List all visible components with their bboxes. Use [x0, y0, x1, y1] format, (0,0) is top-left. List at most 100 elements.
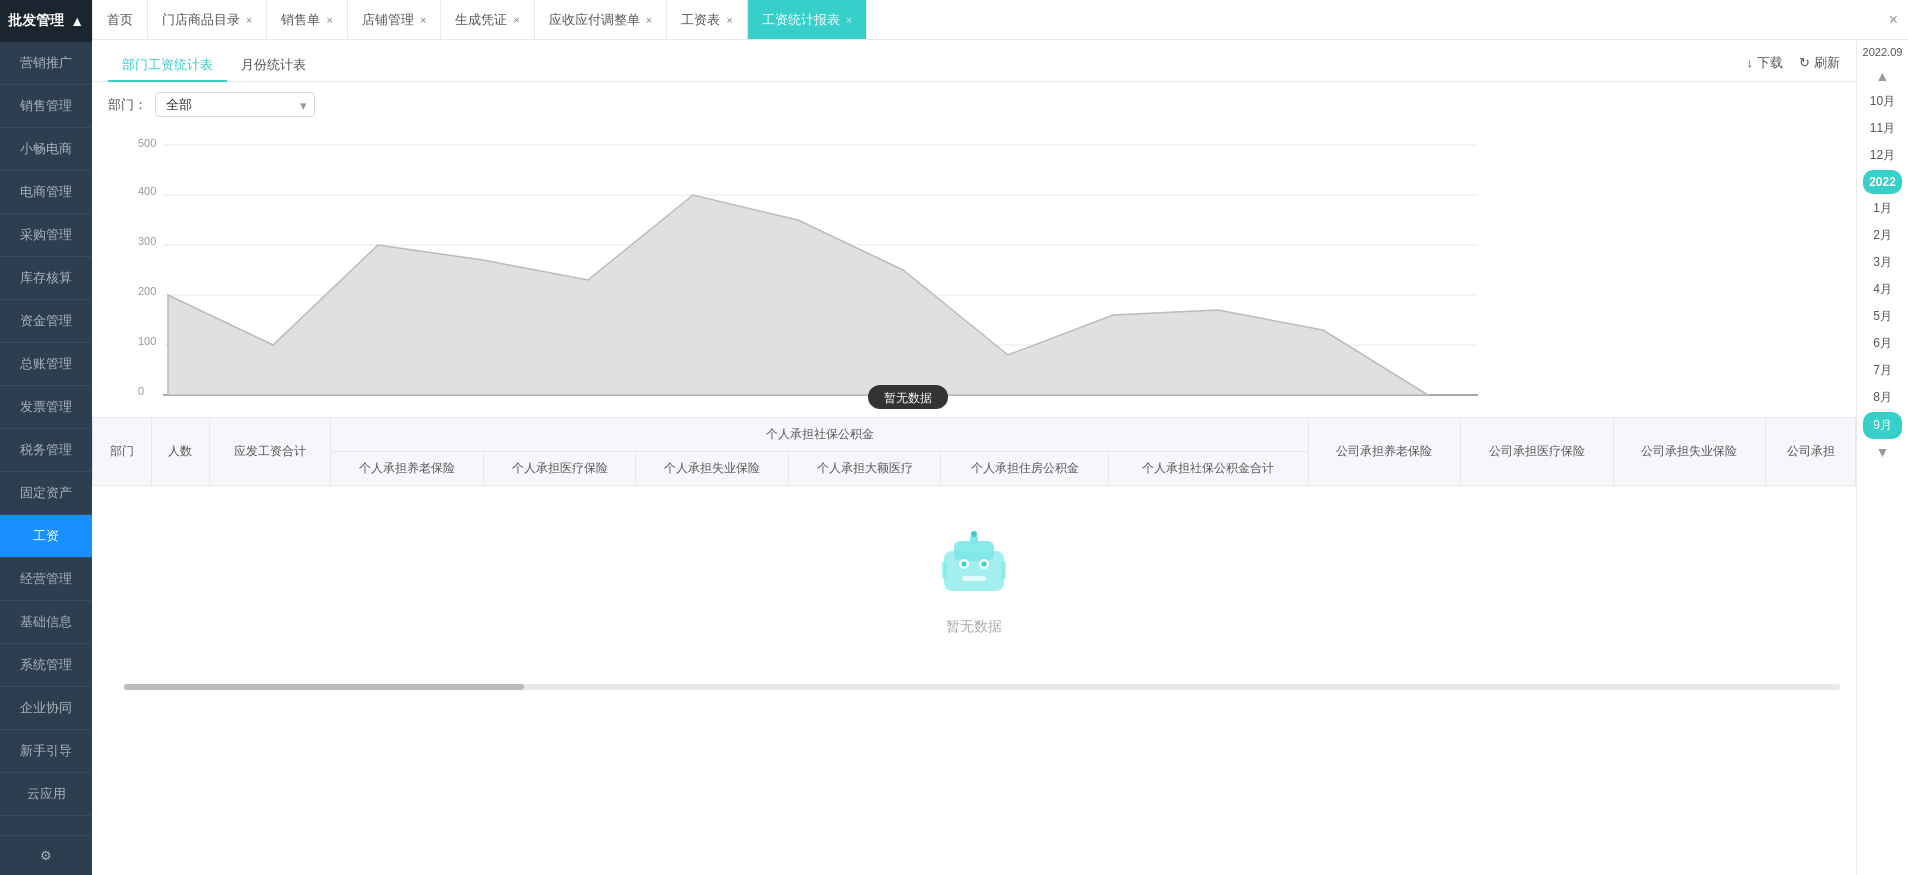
tab-sales-order[interactable]: 销售单 × — [267, 0, 347, 39]
tab-ap-adjust[interactable]: 应收应付调整单 × — [535, 0, 667, 39]
th-personal-housing: 个人承担住房公积金 — [941, 452, 1109, 486]
sidebar-item-jcxx[interactable]: 基础信息 — [0, 601, 92, 644]
y-label-300: 300 — [138, 235, 156, 247]
sidebar-header[interactable]: 批发管理 ▲ — [0, 0, 92, 42]
timeline-month-2[interactable]: 2月 — [1857, 222, 1908, 249]
th-personal-unemploy: 个人承担失业保险 — [636, 452, 788, 486]
timeline-month-7[interactable]: 7月 — [1857, 357, 1908, 384]
gear-icon: ⚙ — [40, 848, 52, 863]
timeline-month-8[interactable]: 8月 — [1857, 384, 1908, 411]
sidebar-item-jygl[interactable]: 经营管理 — [0, 558, 92, 601]
sidebar-item-yyyy[interactable]: 云应用 — [0, 773, 92, 816]
timeline-up-btn[interactable]: ▲ — [1872, 64, 1894, 88]
sidebar-item-xtgl[interactable]: 系统管理 — [0, 644, 92, 687]
th-total-salary: 应发工资合计 — [210, 418, 331, 486]
th-company-medical: 公司承担医疗保险 — [1461, 418, 1613, 486]
th-personal-pension: 个人承担养老保险 — [331, 452, 483, 486]
sidebar-item-fpgl[interactable]: 发票管理 — [0, 386, 92, 429]
tab-bar: 首页 门店商品目录 × 销售单 × 店铺管理 × 生成凭证 × 应收应付调整单 … — [92, 0, 1908, 40]
sub-tabs: 部门工资统计表 月份统计表 ↓ 下载 ↻ 刷新 — [92, 40, 1856, 82]
svg-rect-12 — [962, 576, 986, 581]
tab-close-payroll-report[interactable]: × — [846, 14, 852, 26]
th-company-pension: 公司承担养老保险 — [1308, 418, 1460, 486]
sidebar-item-xcdz[interactable]: 小畅电商 — [0, 128, 92, 171]
dept-filter-bar: 部门： 全部 — [92, 82, 1856, 127]
timeline-month-3[interactable]: 3月 — [1857, 249, 1908, 276]
table-section[interactable]: 部门 人数 应发工资合计 个人承担社保公积金 公司承担养老保险 公司承担医疗保险… — [92, 417, 1856, 875]
refresh-icon: ↻ — [1799, 55, 1810, 70]
th-count: 人数 — [151, 418, 210, 486]
sidebar-item-qytx[interactable]: 企业协同 — [0, 687, 92, 730]
sidebar: 批发管理 ▲ 营销推广 销售管理 小畅电商 电商管理 采购管理 库存核算 资金管… — [0, 0, 92, 875]
th-company-other: 公司承担 — [1766, 418, 1856, 486]
scroll-bar-container — [92, 676, 1856, 698]
h-scrollbar-thumb[interactable] — [124, 684, 524, 690]
sidebar-item-cggl[interactable]: 采购管理 — [0, 214, 92, 257]
empty-robot-icon — [934, 526, 1014, 606]
subtab-month-stats[interactable]: 月份统计表 — [227, 50, 320, 82]
y-label-400: 400 — [138, 185, 156, 197]
sidebar-item-dsgl[interactable]: 电商管理 — [0, 171, 92, 214]
dept-select[interactable]: 全部 — [155, 92, 315, 117]
sidebar-item-gz[interactable]: 工资 — [0, 515, 92, 558]
tab-gen-voucher[interactable]: 生成凭证 × — [441, 0, 534, 39]
tab-close-gen-voucher[interactable]: × — [513, 14, 519, 26]
h-scrollbar[interactable] — [124, 684, 1840, 690]
timeline-down-btn[interactable]: ▼ — [1872, 440, 1894, 464]
svg-point-10 — [962, 562, 967, 567]
y-label-0: 0 — [138, 385, 144, 397]
tab-home[interactable]: 首页 — [92, 0, 148, 39]
tab-payroll[interactable]: 工资表 × — [667, 0, 747, 39]
th-personal-medical: 个人承担医疗保险 — [483, 452, 635, 486]
sidebar-item-xsyd[interactable]: 新手引导 — [0, 730, 92, 773]
timeline-month-4[interactable]: 4月 — [1857, 276, 1908, 303]
sidebar-item-swgl[interactable]: 税务管理 — [0, 429, 92, 472]
sidebar-item-gdzc[interactable]: 固定资产 — [0, 472, 92, 515]
download-icon: ↓ — [1747, 55, 1754, 70]
chart-tooltip-text: 暂无数据 — [884, 391, 932, 405]
tab-store-mgmt[interactable]: 店铺管理 × — [348, 0, 441, 39]
dept-label: 部门： — [108, 96, 147, 114]
tab-close-ap-adjust[interactable]: × — [646, 14, 652, 26]
th-company-unemploy: 公司承担失业保险 — [1613, 418, 1765, 486]
tab-close-sales-order[interactable]: × — [326, 14, 332, 26]
sidebar-item-zzgl[interactable]: 总账管理 — [0, 343, 92, 386]
th-personal-major-medical: 个人承担大额医疗 — [788, 452, 940, 486]
th-personal-group: 个人承担社保公积金 — [331, 418, 1308, 452]
th-personal-total: 个人承担社保公积金合计 — [1109, 452, 1308, 486]
timeline-month-10[interactable]: 10月 — [1857, 88, 1908, 115]
subtab-dept-stats[interactable]: 部门工资统计表 — [108, 50, 227, 82]
timeline-month-12[interactable]: 12月 — [1857, 142, 1908, 169]
download-btn[interactable]: ↓ 下载 — [1747, 54, 1784, 72]
timeline-month-11[interactable]: 11月 — [1857, 115, 1908, 142]
chart-container: 500 400 300 200 100 0 — [92, 127, 1856, 417]
sidebar-item-xsgl[interactable]: 销售管理 — [0, 85, 92, 128]
tab-close-payroll[interactable]: × — [726, 14, 732, 26]
sidebar-item-zjgl[interactable]: 资金管理 — [0, 300, 92, 343]
sidebar-title: 批发管理 — [8, 12, 64, 30]
y-label-500: 500 — [138, 137, 156, 149]
main-area: 首页 门店商品目录 × 销售单 × 店铺管理 × 生成凭证 × 应收应付调整单 … — [92, 0, 1908, 875]
y-label-100: 100 — [138, 335, 156, 347]
tab-close-store-catalog[interactable]: × — [246, 14, 252, 26]
timeline-month-9[interactable]: 9月 — [1863, 412, 1902, 439]
timeline-year-2022[interactable]: 2022 — [1863, 170, 1902, 194]
svg-rect-15 — [942, 561, 947, 579]
timeline-month-1[interactable]: 1月 — [1857, 195, 1908, 222]
svg-point-11 — [982, 562, 987, 567]
sidebar-item-yxtg[interactable]: 营销推广 — [0, 42, 92, 85]
refresh-btn[interactable]: ↻ 刷新 — [1799, 54, 1840, 72]
tab-close-store-mgmt[interactable]: × — [420, 14, 426, 26]
sidebar-item-kchsf[interactable]: 库存核算 — [0, 257, 92, 300]
area-chart: 500 400 300 200 100 0 — [108, 127, 1488, 417]
svg-point-14 — [971, 531, 977, 537]
data-table: 部门 人数 应发工资合计 个人承担社保公积金 公司承担养老保险 公司承担医疗保险… — [92, 417, 1856, 486]
sidebar-settings-btn[interactable]: ⚙ — [0, 835, 92, 875]
y-label-200: 200 — [138, 285, 156, 297]
tab-close-all-btn[interactable]: × — [1879, 11, 1908, 29]
tab-payroll-report[interactable]: 工资统计报表 × — [748, 0, 867, 39]
timeline-month-6[interactable]: 6月 — [1857, 330, 1908, 357]
content-area: 部门工资统计表 月份统计表 ↓ 下载 ↻ 刷新 — [92, 40, 1908, 875]
timeline-month-5[interactable]: 5月 — [1857, 303, 1908, 330]
tab-store-catalog[interactable]: 门店商品目录 × — [148, 0, 267, 39]
